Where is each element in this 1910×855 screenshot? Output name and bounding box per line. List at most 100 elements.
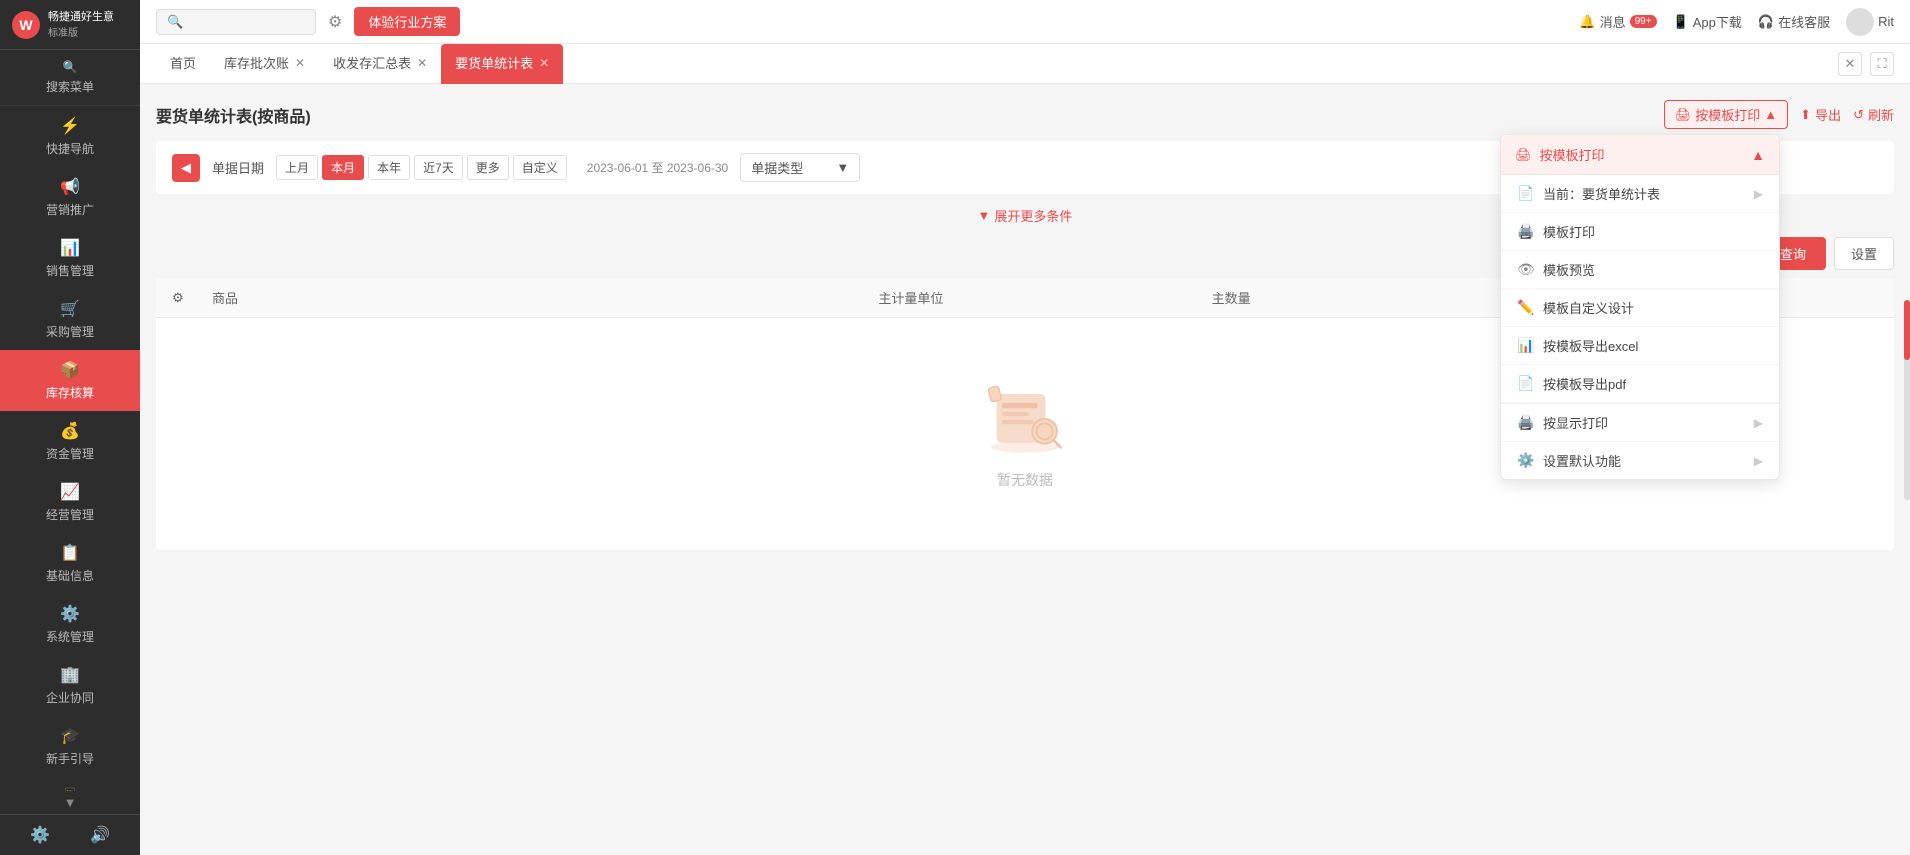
page-title: 要货单统计表(按商品) [156,103,311,127]
top-bar-actions: 🔔 消息 99+ 📱 App下载 🎧 在线客服 Rit [1579,8,1894,36]
download-icon: 📱 [1673,14,1689,30]
search-input[interactable] [189,15,289,29]
dropdown-item-display-print[interactable]: 🖨️ 按显示打印 ▶ [1501,404,1779,442]
sidebar-scroll-down[interactable]: ▼ [0,791,140,814]
sidebar-item-system[interactable]: ⚙️ 系统管理 [0,594,140,655]
operations-icon: 📈 [60,482,80,502]
message-badge: 99+ [1630,15,1657,28]
chevron-up-icon: ▲ [1764,107,1777,122]
search-bar-icon: 🔍 [167,14,183,30]
order-type-select[interactable]: 单据类型 ▼ [740,153,860,182]
template-print-dropdown: 🖨 按模板打印 ▲ 📄 当前：要货单统计表 ▶ 🖨️ 模板打印 👁 模板预览 ✏… [1500,134,1780,480]
tab-home[interactable]: 首页 [156,44,210,84]
arrow-icon-0: ▶ [1754,187,1763,201]
tab-order-stats[interactable]: 要货单统计表 ✕ [441,44,563,84]
sidebar-item-purchase[interactable]: 🛒 采购管理 [0,289,140,350]
filter-expand-button[interactable]: ◀ [172,154,200,182]
experience-button[interactable]: 体验行业方案 [354,7,460,36]
right-scrollbar[interactable] [1904,300,1910,500]
volume-icon[interactable]: 🔊 [90,825,110,845]
dropdown-item-template-print[interactable]: 🖨️ 模板打印 [1501,213,1779,251]
expand-more-button[interactable]: ▼ 展开更多条件 [978,206,1073,225]
dropdown-item-export-excel[interactable]: 📊 按模板导出excel [1501,327,1779,365]
sidebar-logo: W 畅捷通好生意 标准版 [0,0,140,50]
chevron-left-icon: ◀ [181,160,191,176]
template-design-icon: ✏️ [1517,299,1533,316]
online-service-action[interactable]: 🎧 在线客服 [1758,12,1830,31]
table-settings-icon[interactable]: ⚙ [172,290,184,306]
message-action[interactable]: 🔔 消息 99+ [1579,12,1656,31]
app-download-action[interactable]: 📱 App下载 [1673,12,1742,31]
close-tab-collection-summary[interactable]: ✕ [417,56,427,70]
headset-icon: 🎧 [1758,14,1774,30]
arrow-icon-6: ▶ [1754,416,1763,430]
template-print-button[interactable]: 🖨 按模板打印 ▲ [1664,100,1788,129]
date-btn-prev-month[interactable]: 上月 [276,155,318,180]
dropdown-item-set-default[interactable]: ⚙️ 设置默认功能 ▶ [1501,442,1779,479]
purchase-icon: 🛒 [60,299,80,319]
tab-collection-summary[interactable]: 收发存汇总表 ✕ [319,44,441,84]
sidebar-search[interactable]: 🔍 搜索菜单 [0,50,140,106]
settings-bottom-icon[interactable]: ⚙️ [30,825,50,845]
date-buttons: 上月 本月 本年 近7天 更多 自定义 [276,155,567,180]
date-filter-label: 单据日期 [212,158,264,177]
user-profile[interactable]: Rit [1846,8,1894,36]
newbie-icon: 🎓 [60,726,80,746]
date-btn-year[interactable]: 本年 [368,155,410,180]
sidebar-item-enterprise[interactable]: 🏢 企业协同 [0,655,140,716]
sidebar-item-appstore[interactable]: 📱 应用中心 [0,777,140,791]
export-icon: ⬆ [1800,107,1811,123]
refresh-icon: ↺ [1853,107,1864,123]
display-print-icon: 🖨️ [1517,414,1533,431]
dropdown-item-template-design[interactable]: ✏️ 模板自定义设计 [1501,289,1779,327]
top-search-box[interactable]: 🔍 [156,9,316,35]
settings-button[interactable]: 设置 [1834,237,1894,270]
system-icon: ⚙️ [60,604,80,624]
empty-illustration [980,378,1070,458]
close-tab-order-stats[interactable]: ✕ [539,56,549,70]
table-col-settings[interactable]: ⚙ [172,290,212,306]
printer-dropdown-icon: 🖨 [1515,147,1532,163]
sidebar-item-sales[interactable]: 📊 销售管理 [0,228,140,289]
app-logo-icon: W [12,11,40,39]
finance-icon: 💰 [60,421,80,441]
dropdown-close-button[interactable]: ▲ [1751,147,1765,163]
sidebar-item-basics[interactable]: 📋 基础信息 [0,533,140,594]
tab-bar: 首页 库存批次账 ✕ 收发存汇总表 ✕ 要货单统计表 ✕ ✕ ⛶ [140,44,1910,84]
sidebar-nav: ⚡ 快捷导航 📢 营销推广 📊 销售管理 🛒 采购管理 📦 库存核算 💰 资金管… [0,106,140,791]
table-col-quantity: 主数量 [1212,288,1545,307]
arrow-icon-7: ▶ [1754,454,1763,468]
scrollbar-thumb[interactable] [1904,300,1910,360]
dropdown-item-template-preview[interactable]: 👁 模板预览 [1501,251,1779,289]
sales-icon: 📊 [60,238,80,258]
date-btn-7days[interactable]: 近7天 [414,155,463,180]
date-btn-more[interactable]: 更多 [467,155,509,180]
date-btn-current-month[interactable]: 本月 [322,155,364,180]
gear-icon[interactable]: ⚙ [328,12,342,32]
avatar [1846,8,1874,36]
sidebar-item-finance[interactable]: 💰 资金管理 [0,411,140,472]
sidebar-item-marketing[interactable]: 📢 营销推广 [0,167,140,228]
top-bar: 🔍 ⚙ 体验行业方案 🔔 消息 99+ 📱 App下载 🎧 在线客服 Rit [140,0,1910,44]
export-button[interactable]: ⬆ 导出 [1800,105,1841,124]
dropdown-item-export-pdf[interactable]: 📄 按模板导出pdf [1501,365,1779,403]
sidebar-item-quick-nav[interactable]: ⚡ 快捷导航 [0,106,140,167]
tab-maximize-button[interactable]: ⛶ [1870,52,1894,76]
sidebar-bottom: ⚙️ 🔊 [0,814,140,855]
sidebar-item-operations[interactable]: 📈 经营管理 [0,472,140,533]
tab-close-window-button[interactable]: ✕ [1838,52,1862,76]
page-header-actions: 🖨 按模板打印 ▲ ⬆ 导出 ↺ 刷新 [1664,100,1894,129]
dropdown-item-current-template[interactable]: 📄 当前：要货单统计表 ▶ [1501,175,1779,213]
close-tab-inventory-batch[interactable]: ✕ [295,56,305,70]
tab-bar-end: ✕ ⛶ [1838,52,1894,76]
dropdown-header: 🖨 按模板打印 ▲ [1501,135,1779,175]
sidebar-item-newbie[interactable]: 🎓 新手引导 [0,716,140,777]
tab-inventory-batch[interactable]: 库存批次账 ✕ [210,44,319,84]
printer-icon: 🖨 [1675,107,1692,123]
table-col-unit: 主计量单位 [878,288,1211,307]
template-print-icon: 🖨️ [1517,223,1533,240]
sidebar-item-inventory[interactable]: 📦 库存核算 [0,350,140,411]
refresh-button[interactable]: ↺ 刷新 [1853,105,1894,124]
enterprise-icon: 🏢 [60,665,80,685]
date-btn-custom[interactable]: 自定义 [513,155,567,180]
